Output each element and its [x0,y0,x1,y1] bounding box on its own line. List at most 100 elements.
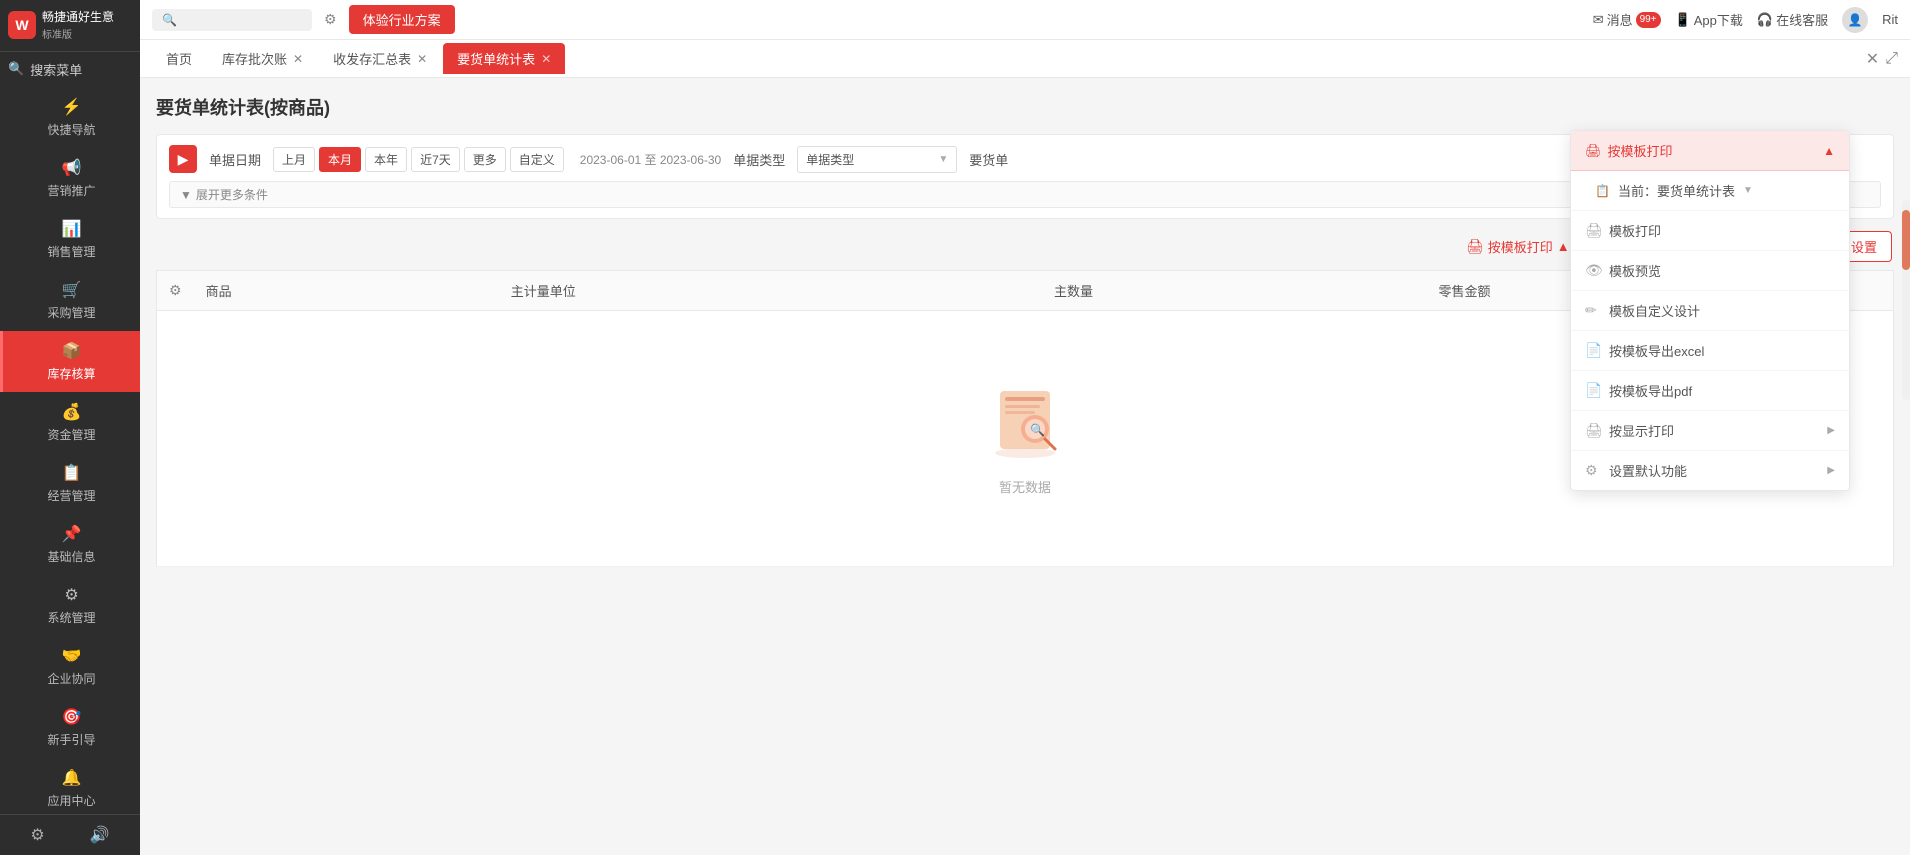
dropdown-item-design[interactable]: ✏ 模板自定义设计 [1571,291,1849,331]
tabs-close-all-btn[interactable]: ✕ [1866,49,1879,69]
sidebar-item-operation[interactable]: 📋 经营管理 [0,453,140,514]
sidebar-item-sales[interactable]: 📊 销售管理 [0,209,140,270]
empty-illustration: 🔍 [975,381,1075,461]
topbar-right: ✉ 消息 99+ 📱 App下载 🎧 在线客服 👤 Rit [1593,7,1898,33]
sidebar-item-finance[interactable]: 💰 资金管理 [0,392,140,453]
topbar-gear-icon[interactable]: ⚙ [324,11,337,28]
current-template-label: 当前：要货单统计表 [1618,181,1735,200]
message-badge: 99+ [1636,12,1661,28]
table-gear-icon[interactable]: ⚙ [169,282,182,298]
sound-bottom-icon[interactable]: 🔊 [90,825,110,845]
collection-summary-label: 收发存汇总表 [333,49,411,68]
message-btn[interactable]: ✉ 消息 99+ [1593,10,1661,29]
tab-collection-summary[interactable]: 收发存汇总表 ✕ [319,43,441,74]
order-type-label: 单据类型 [733,150,785,169]
search-menu-label: 搜索菜单 [30,60,82,79]
user-avatar[interactable]: 👤 [1842,7,1868,33]
app-version: 标准版 [42,26,114,41]
sidebar-item-label: 库存核算 [47,365,95,382]
sidebar-item-shortcut[interactable]: ⚡ 快捷导航 [0,87,140,148]
sidebar-item-basic[interactable]: 📌 基础信息 [0,514,140,575]
tab-order-stats[interactable]: 要货单统计表 ✕ [443,43,565,74]
enterprise-icon: 🤝 [62,646,82,666]
dropdown-header: 🖨 按模板打印 ▲ [1571,131,1849,171]
filter-toggle-btn[interactable]: ▶ [169,145,197,173]
order-type-select[interactable]: 单据类型 ▼ [797,146,957,173]
sidebar-item-marketing[interactable]: 📢 营销推广 [0,148,140,209]
excel-icon: 📄 [1585,342,1601,359]
sidebar-item-purchase[interactable]: 🛒 采购管理 [0,270,140,331]
purchase-icon: 🛒 [62,280,82,300]
col-unit: 主计量单位 [499,271,1042,311]
display-print-icon: 🖨 [1585,422,1601,439]
design-item-label: 模板自定义设计 [1609,301,1835,320]
dropdown-item-export-excel[interactable]: 📄 按模板导出excel [1571,331,1849,371]
sidebar-item-label: 新手引导 [47,731,95,748]
chevron-down-icon: ▼ [938,154,948,165]
app-center-icon: 🔔 [62,768,82,788]
export-pdf-label: 按模板导出pdf [1609,381,1835,400]
search-menu[interactable]: 🔍 搜索菜单 [0,52,140,87]
dropdown-item-display-print[interactable]: 🖨 按显示打印 ▶ [1571,411,1849,451]
inventory-batch-label: 库存批次账 [222,49,287,68]
tab-close-collection-summary[interactable]: ✕ [417,52,427,66]
dropdown-title: 🖨 按模板打印 [1585,141,1673,160]
sidebar-item-enterprise[interactable]: 🤝 企业协同 [0,636,140,697]
dropdown-item-print[interactable]: 🖨 模板打印 [1571,211,1849,251]
topbar-search-icon: 🔍 [162,13,177,27]
print-icon: 🖨 [1585,222,1601,239]
service-label: 在线客服 [1776,10,1828,29]
sales-icon: 📊 [62,219,82,239]
tabs-expand-btn[interactable]: ⤢ [1885,50,1898,68]
printer-icon: 🖨 [1466,238,1484,255]
inventory-icon: 📦 [62,341,82,361]
dropdown-current-item[interactable]: 📋 当前：要货单统计表 ▼ [1571,171,1849,211]
sidebar-nav: ⚡ 快捷导航 📢 营销推广 📊 销售管理 🛒 采购管理 📦 库存核算 💰 资金管… [0,87,140,814]
tab-close-inventory-batch[interactable]: ✕ [293,52,303,66]
app-logo: W 畅捷通好生意 标准版 [0,0,140,52]
sidebar-item-app-center[interactable]: 🔔 应用中心 [0,758,140,814]
tab-close-order-stats[interactable]: ✕ [541,52,551,66]
dropdown-item-preview[interactable]: 👁 模板预览 [1571,251,1849,291]
display-print-arrow: ▶ [1827,425,1835,436]
tabs-bar: 首页 库存批次账 ✕ 收发存汇总表 ✕ 要货单统计表 ✕ ✕ ⤢ [140,40,1910,78]
preview-icon: 👁 [1585,262,1601,279]
order-type-value: 单据类型 [806,151,854,168]
date-btn-this-month[interactable]: 本月 [319,147,361,172]
date-btn-prev-month[interactable]: 上月 [273,147,315,172]
app-download-label: App下载 [1694,10,1743,29]
svg-text:🔍: 🔍 [1030,422,1045,437]
export-excel-label: 按模板导出excel [1609,341,1835,360]
page-title: 要货单统计表(按商品) [156,94,1894,120]
sidebar-item-inventory[interactable]: 📦 库存核算 [0,331,140,392]
print-template-label: 按模板打印 [1488,237,1553,256]
right-scrollbar[interactable] [1902,200,1910,400]
set-default-label: 设置默认功能 [1609,461,1819,480]
tab-home[interactable]: 首页 [152,43,206,74]
dropdown-collapse-icon[interactable]: ▲ [1823,144,1835,158]
settings-bottom-icon[interactable]: ⚙ [30,825,44,845]
design-icon: ✏ [1585,302,1601,319]
tab-inventory-batch[interactable]: 库存批次账 ✕ [208,43,317,74]
date-btn-more[interactable]: 更多 [464,147,506,172]
dropdown-item-set-default[interactable]: ⚙ 设置默认功能 ▶ [1571,451,1849,490]
date-btn-this-year[interactable]: 本年 [365,147,407,172]
username-label: Rit [1882,12,1898,27]
current-template-icon: 📋 [1595,184,1610,198]
sidebar-item-label: 资金管理 [47,426,95,443]
trial-btn[interactable]: 体验行业方案 [349,5,455,34]
app-name: 畅捷通好生意 [42,10,114,26]
sidebar-item-label: 销售管理 [47,243,95,260]
date-btn-7days[interactable]: 近7天 [411,147,460,172]
sidebar-item-system[interactable]: ⚙ 系统管理 [0,575,140,636]
app-download-icon: 📱 [1675,12,1691,28]
app-download-btn[interactable]: 📱 App下载 [1675,10,1743,29]
topbar-search[interactable]: 🔍 [152,9,312,31]
dropdown-title-text: 按模板打印 [1608,141,1673,160]
print-template-btn[interactable]: 🖨 按模板打印 ▲ [1458,233,1578,260]
date-btn-custom[interactable]: 自定义 [510,147,564,172]
dropdown-item-export-pdf[interactable]: 📄 按模板导出pdf [1571,371,1849,411]
marketing-icon: 📢 [62,158,82,178]
sidebar-item-newbie[interactable]: 🎯 新手引导 [0,697,140,758]
online-service-btn[interactable]: 🎧 在线客服 [1757,10,1828,29]
